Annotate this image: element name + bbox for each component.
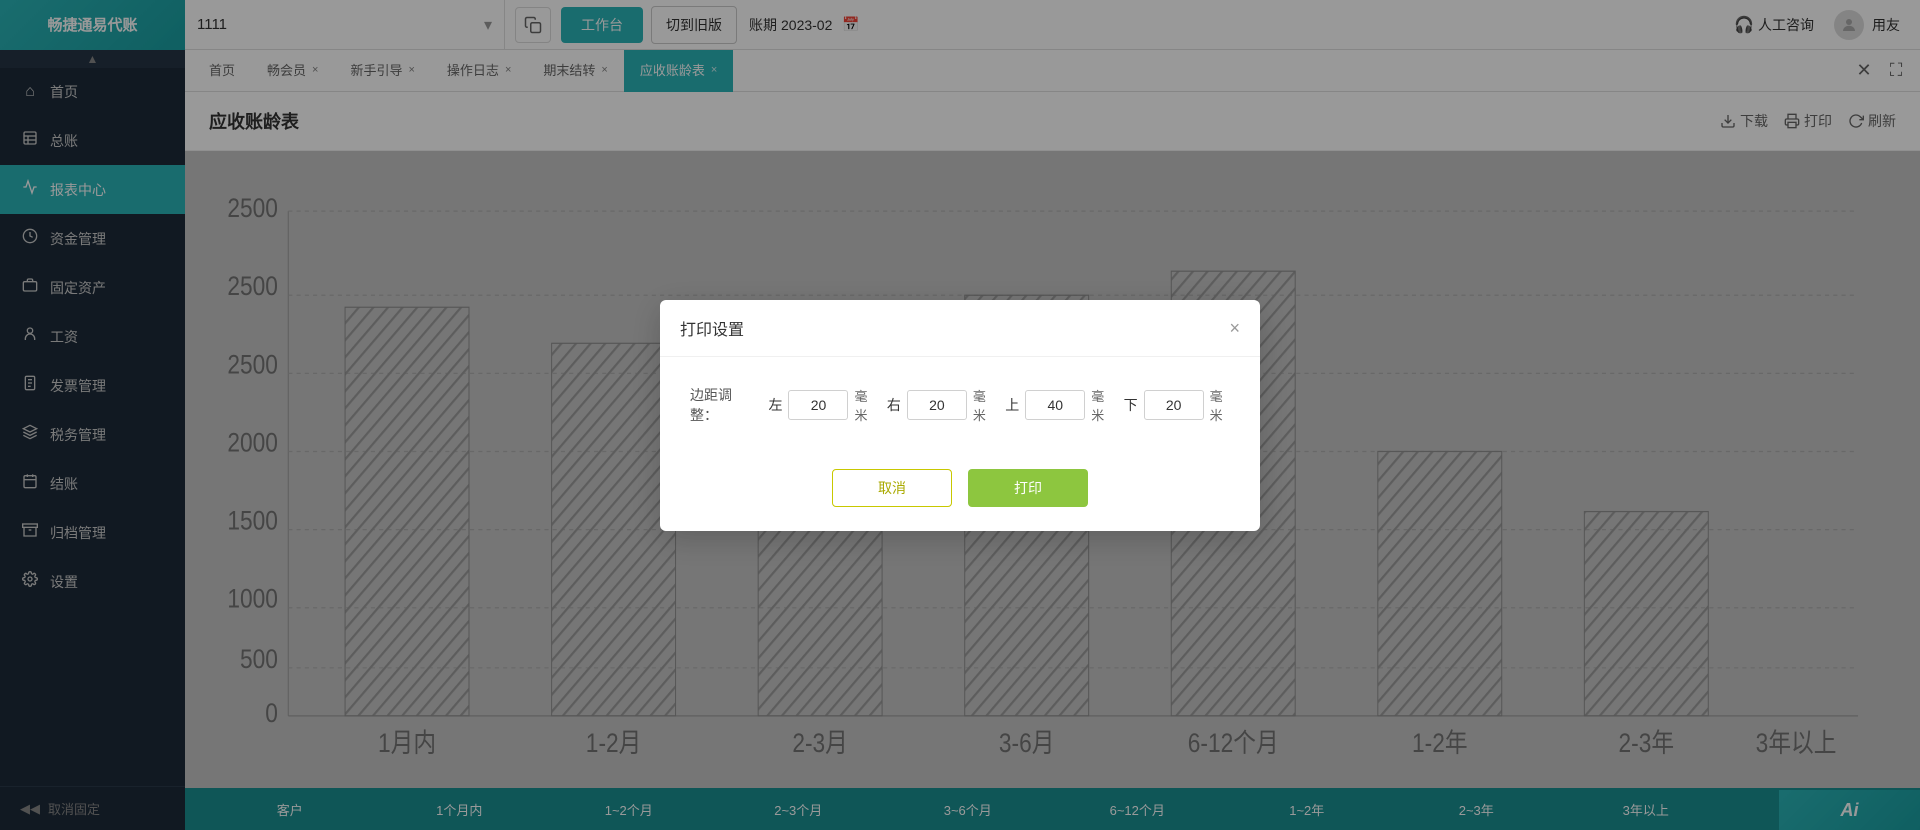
margin-row: 边距调整： 左 毫米 右 毫米 上 毫米 下 [690,385,1230,425]
modal-close-button[interactable]: × [1229,319,1240,337]
cancel-button[interactable]: 取消 [832,469,952,507]
bottom-label: 下 [1124,395,1138,415]
modal-overlay: 打印设置 × 边距调整： 左 毫米 右 毫米 上 毫米 [0,0,1920,830]
print-settings-modal: 打印设置 × 边距调整： 左 毫米 右 毫米 上 毫米 [660,300,1260,531]
modal-header: 打印设置 × [660,300,1260,357]
top-label: 上 [1005,395,1019,415]
bottom-unit: 毫米 [1210,386,1230,424]
modal-footer: 取消 打印 [660,453,1260,531]
top-margin-input[interactable] [1025,390,1085,420]
modal-body: 边距调整： 左 毫米 右 毫米 上 毫米 下 [660,357,1260,453]
bottom-margin-input[interactable] [1144,390,1204,420]
right-unit: 毫米 [973,386,993,424]
margin-top-group: 上 毫米 [1005,386,1111,424]
modal-title: 打印设置 [680,316,744,340]
margin-right-group: 右 毫米 [887,386,993,424]
left-margin-input[interactable] [788,390,848,420]
margin-label: 边距调整： [690,385,756,425]
margin-bottom-group: 下 毫米 [1124,386,1230,424]
right-margin-input[interactable] [907,390,967,420]
left-label: 左 [768,395,782,415]
right-label: 右 [887,395,901,415]
margin-left-group: 左 毫米 [768,386,874,424]
left-unit: 毫米 [854,386,874,424]
confirm-print-button[interactable]: 打印 [968,469,1088,507]
top-unit: 毫米 [1091,386,1111,424]
